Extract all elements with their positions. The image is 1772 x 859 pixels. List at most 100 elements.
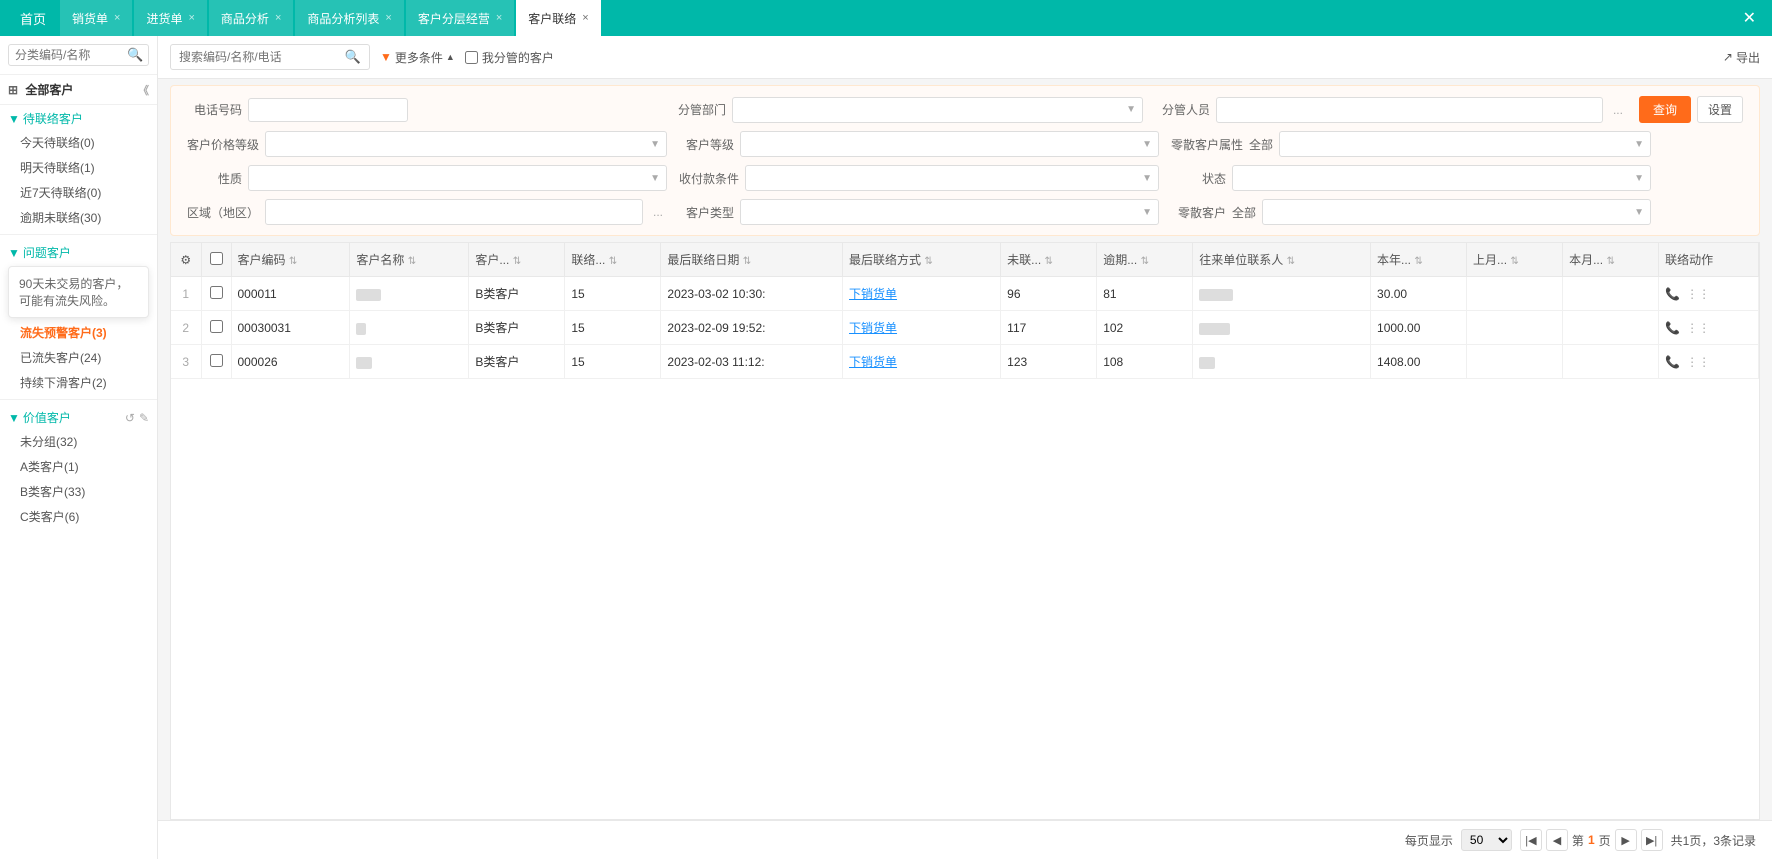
search-input[interactable]	[179, 50, 345, 64]
sidebar-item-class-b[interactable]: B类客户(33)	[0, 479, 157, 504]
first-page-button[interactable]: |◀	[1520, 829, 1542, 851]
close-tab-analysis-icon[interactable]: ×	[275, 12, 281, 24]
nav-tab-purchase[interactable]: 进货单 ×	[134, 0, 206, 36]
row-checkbox[interactable]	[210, 320, 223, 333]
nav-tab-customer-contact[interactable]: 客户联络 ×	[516, 0, 600, 36]
edit-icon[interactable]: ✎	[139, 411, 149, 425]
nav-tab-analysis[interactable]: 商品分析 ×	[209, 0, 293, 36]
refresh-icon[interactable]: ↺	[125, 411, 135, 425]
td-checkbox[interactable]	[201, 345, 231, 379]
query-button[interactable]: 查询	[1639, 96, 1691, 123]
payment-select[interactable]: ▼	[745, 165, 1159, 191]
prev-page-button[interactable]: ◀	[1546, 829, 1568, 851]
td-last-method[interactable]: 下销货单	[843, 277, 1001, 311]
phone-input[interactable]	[248, 98, 408, 122]
td-code: 000026	[231, 345, 350, 379]
last-page-button[interactable]: ▶|	[1641, 829, 1663, 851]
sidebar-group-problem[interactable]: ▼ 问题客户	[0, 239, 157, 264]
th-settings[interactable]: ⚙	[171, 243, 201, 277]
th-last-method[interactable]: 最后联络方式 ⇅	[843, 243, 1001, 277]
th-overdue[interactable]: 逾期... ⇅	[1097, 243, 1193, 277]
sidebar-item-tomorrow[interactable]: 明天待联络(1)	[0, 155, 157, 180]
td-last-method[interactable]: 下销货单	[843, 345, 1001, 379]
th-un-contact[interactable]: 未联... ⇅	[1001, 243, 1097, 277]
next-page-button[interactable]: ▶	[1615, 829, 1637, 851]
sort-icon: ⇅	[743, 256, 751, 267]
td-action[interactable]: 📞 ⋮⋮	[1659, 345, 1759, 379]
sidebar-item-today[interactable]: 今天待联络(0)	[0, 130, 157, 155]
th-this-year[interactable]: 本年... ⇅	[1371, 243, 1467, 277]
more-dots-icon[interactable]: ...	[1609, 103, 1627, 117]
my-customers-checkbox-wrap[interactable]: 我分管的客户	[465, 49, 554, 66]
th-contact[interactable]: 联络... ⇅	[565, 243, 661, 277]
contact-icon[interactable]: 📞	[1665, 321, 1680, 335]
nature-select[interactable]: ▼	[248, 165, 667, 191]
sidebar-item-overdue[interactable]: 逾期未联络(30)	[0, 205, 157, 230]
row-checkbox[interactable]	[210, 354, 223, 367]
th-last-date[interactable]: 最后联络日期 ⇅	[661, 243, 843, 277]
payment-label: 收付款条件	[679, 170, 739, 187]
sidebar-item-ungroup[interactable]: 未分组(32)	[0, 429, 157, 454]
close-tab-sales-icon[interactable]: ×	[114, 12, 120, 24]
customer-level-select[interactable]: ▼	[740, 131, 1159, 157]
th-contact-person[interactable]: 往来单位联系人 ⇅	[1193, 243, 1371, 277]
td-action[interactable]: 📞 ⋮⋮	[1659, 311, 1759, 345]
area-select[interactable]	[265, 199, 643, 225]
zero-attr-select[interactable]: ▼	[1279, 131, 1651, 157]
filter-field-nature: 性质 ▼	[187, 165, 667, 191]
sidebar-item-class-c[interactable]: C类客户(6)	[0, 504, 157, 529]
th-last-month[interactable]: 上月... ⇅	[1467, 243, 1563, 277]
close-tab-analysis-list-icon[interactable]: ×	[385, 12, 391, 24]
nav-tab-sales[interactable]: 销货单 ×	[60, 0, 132, 36]
sidebar-all-customers[interactable]: ⊞ 全部客户 《	[0, 75, 157, 105]
search-icon[interactable]: 🔍	[345, 49, 361, 65]
more-action-icon[interactable]: ⋮⋮	[1686, 321, 1710, 335]
status-select[interactable]: ▼	[1232, 165, 1651, 191]
more-action-icon[interactable]: ⋮⋮	[1686, 355, 1710, 369]
last-method-link[interactable]: 下销货单	[849, 287, 897, 301]
sidebar-group-value[interactable]: ▼ 价值客户 ↺ ✎	[0, 404, 157, 429]
close-tab-customer-contact-icon[interactable]: ×	[582, 12, 588, 24]
td-checkbox[interactable]	[201, 311, 231, 345]
td-checkbox[interactable]	[201, 277, 231, 311]
sidebar-item-class-a[interactable]: A类客户(1)	[0, 454, 157, 479]
row-checkbox[interactable]	[210, 286, 223, 299]
more-conditions-button[interactable]: ▼ 更多条件 ▲	[380, 49, 455, 66]
per-page-select[interactable]: 50 20 100	[1461, 829, 1512, 851]
person-select[interactable]	[1216, 97, 1603, 123]
customer-type-select[interactable]: ▼	[740, 199, 1159, 225]
td-last-method[interactable]: 下销货单	[843, 311, 1001, 345]
grid-icon: ⊞	[8, 83, 18, 97]
nav-tab-analysis-list[interactable]: 商品分析列表 ×	[295, 0, 403, 36]
nav-tab-customer-layer[interactable]: 客户分层经营 ×	[406, 0, 514, 36]
export-button[interactable]: ↗ 导出	[1723, 49, 1760, 66]
close-tab-purchase-icon[interactable]: ×	[188, 12, 194, 24]
sidebar-item-churn-warning[interactable]: 流失预警客户(3)	[0, 320, 157, 345]
th-checkbox[interactable]	[201, 243, 231, 277]
sidebar-item-declining[interactable]: 持续下滑客户(2)	[0, 370, 157, 395]
nav-home[interactable]: 首页	[8, 0, 58, 36]
zero-order-select[interactable]: ▼	[1262, 199, 1651, 225]
td-action[interactable]: 📞 ⋮⋮	[1659, 277, 1759, 311]
close-tab-customer-layer-icon[interactable]: ×	[496, 12, 502, 24]
window-close-button[interactable]: ✕	[1735, 8, 1764, 28]
price-level-label: 客户价格等级	[187, 136, 259, 153]
settings-button[interactable]: 设置	[1697, 96, 1743, 123]
sidebar-item-churned[interactable]: 已流失客户(24)	[0, 345, 157, 370]
th-this-month[interactable]: 本月... ⇅	[1563, 243, 1659, 277]
more-action-icon[interactable]: ⋮⋮	[1686, 287, 1710, 301]
th-customer-code[interactable]: 客户编码 ⇅	[231, 243, 350, 277]
sidebar-group-pending[interactable]: ▼ 待联络客户	[0, 105, 157, 130]
last-method-link[interactable]: 下销货单	[849, 355, 897, 369]
area-more-dots[interactable]: ...	[649, 205, 667, 219]
th-customer-name[interactable]: 客户名称 ⇅	[350, 243, 469, 277]
dept-select[interactable]: ▼	[732, 97, 1143, 123]
contact-icon[interactable]: 📞	[1665, 287, 1680, 301]
my-customers-checkbox[interactable]	[465, 51, 478, 64]
last-method-link[interactable]: 下销货单	[849, 321, 897, 335]
price-level-select[interactable]: ▼	[265, 131, 667, 157]
contact-icon[interactable]: 📞	[1665, 355, 1680, 369]
select-all-checkbox[interactable]	[210, 252, 223, 265]
th-customer-type[interactable]: 客户... ⇅	[469, 243, 565, 277]
sidebar-item-7days[interactable]: 近7天待联络(0)	[0, 180, 157, 205]
